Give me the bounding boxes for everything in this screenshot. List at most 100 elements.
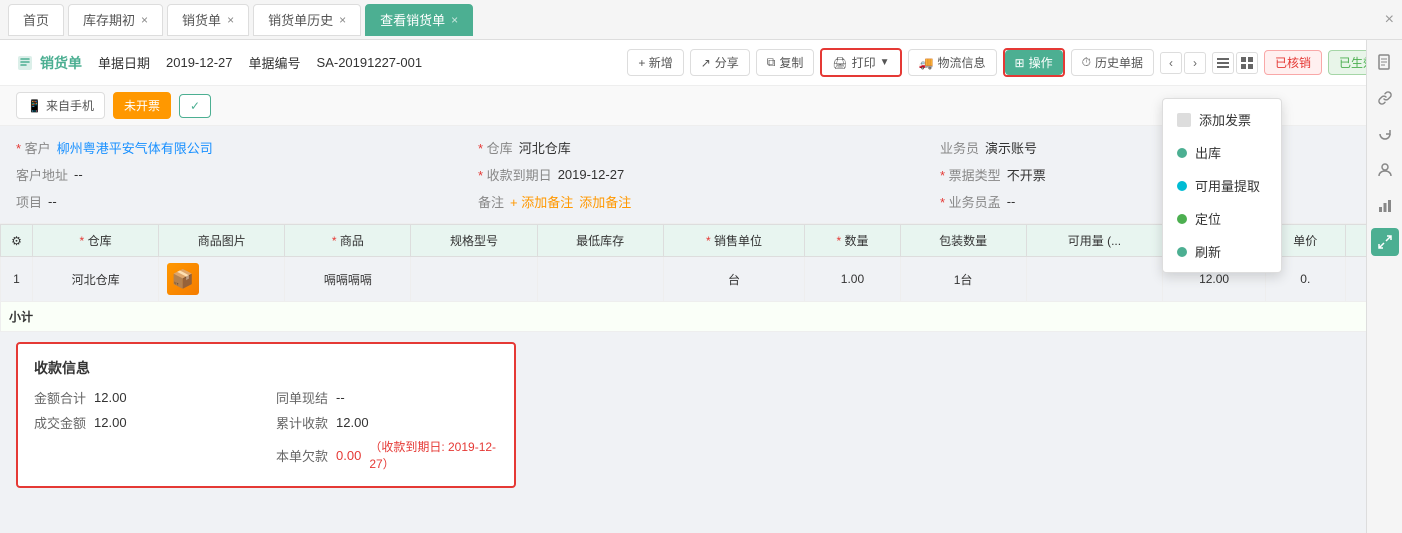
copy-icon: ⧉ bbox=[767, 55, 776, 70]
right-sidebar bbox=[1366, 40, 1402, 533]
total-amount-row: 金额合计 12.00 bbox=[34, 388, 256, 407]
available-qty-dot bbox=[1177, 181, 1187, 191]
menu-available-qty[interactable]: 可用量提取 bbox=[1163, 169, 1281, 202]
tab-inventory-close[interactable]: × bbox=[141, 13, 148, 27]
total-amount-value: 12.00 bbox=[94, 390, 127, 405]
tab-home[interactable]: 首页 bbox=[8, 4, 64, 36]
page-wrapper: 首页 库存期初 × 销货单 × 销货单历史 × 查看销货单 × × 销货单 bbox=[0, 0, 1402, 533]
project-label: 项目 bbox=[16, 192, 42, 211]
address-value: -- bbox=[74, 167, 83, 182]
same-order-value: -- bbox=[336, 390, 345, 405]
salesperson-label: 业务员孟 bbox=[940, 192, 1001, 211]
tab-history[interactable]: 销货单历史 × bbox=[253, 4, 361, 36]
check-button[interactable]: ✓ bbox=[179, 94, 211, 118]
from-phone-button[interactable]: 📱 来自手机 bbox=[16, 92, 105, 119]
row-available bbox=[1026, 257, 1162, 302]
doc-number-value: SA-20191227-001 bbox=[317, 55, 423, 70]
col-qty: 数量 bbox=[805, 225, 900, 257]
col-settings[interactable]: ⚙ bbox=[1, 225, 33, 257]
due-date-label: 收款到期日 bbox=[478, 165, 552, 184]
available-qty-label: 可用量提取 bbox=[1195, 176, 1260, 195]
col-product: 商品 bbox=[285, 225, 411, 257]
refresh-dot bbox=[1177, 247, 1187, 257]
customer-value[interactable]: 柳州粤港平安气体有限公司 bbox=[57, 138, 213, 157]
address-field: 客户地址 -- bbox=[16, 165, 462, 184]
deal-amount-value: 12.00 bbox=[94, 415, 127, 430]
menu-add-invoice[interactable]: 添加发票 bbox=[1163, 103, 1281, 136]
same-order-row: 同单现结 -- bbox=[276, 388, 498, 407]
deal-amount-row: 成交金额 12.00 bbox=[34, 413, 256, 432]
due-date-field: 收款到期日 2019-12-27 bbox=[478, 165, 924, 184]
salesperson-value: -- bbox=[1007, 194, 1016, 209]
tab-inventory-label: 库存期初 bbox=[83, 10, 135, 29]
menu-refresh[interactable]: 刷新 bbox=[1163, 235, 1281, 268]
tab-bar: 首页 库存期初 × 销货单 × 销货单历史 × 查看销货单 × × bbox=[0, 0, 1402, 40]
col-img: 商品图片 bbox=[159, 225, 285, 257]
close-all-button[interactable]: × bbox=[1385, 11, 1394, 29]
operation-label: 操作 bbox=[1029, 54, 1053, 71]
next-arrow[interactable]: › bbox=[1184, 52, 1206, 74]
new-label: + 新增 bbox=[638, 54, 672, 71]
tab-sales-close[interactable]: × bbox=[227, 13, 234, 27]
current-due-label: 本单欠款 bbox=[276, 446, 328, 465]
operation-icon: ⊞ bbox=[1015, 56, 1025, 70]
new-button[interactable]: + 新增 bbox=[627, 49, 683, 76]
operation-button[interactable]: ⊞ 操作 bbox=[1005, 50, 1063, 75]
sidebar-icon-expand[interactable] bbox=[1371, 228, 1399, 256]
sold-label: 已核销 bbox=[1275, 56, 1311, 70]
sidebar-icon-refresh[interactable] bbox=[1371, 120, 1399, 148]
payment-title: 收款信息 bbox=[34, 358, 498, 378]
sidebar-icon-doc[interactable] bbox=[1371, 48, 1399, 76]
tab-inventory[interactable]: 库存期初 × bbox=[68, 4, 163, 36]
not-open-button[interactable]: 未开票 bbox=[113, 92, 171, 119]
project-field: 项目 -- bbox=[16, 192, 462, 211]
sidebar-icon-link[interactable] bbox=[1371, 84, 1399, 112]
refresh-label: 刷新 bbox=[1195, 242, 1221, 261]
logistics-icon: 🚚 bbox=[919, 56, 934, 70]
sidebar-icon-user[interactable] bbox=[1371, 156, 1399, 184]
print-button[interactable]: 🖨 打印 ▼ bbox=[820, 48, 901, 77]
tab-view-sales-close[interactable]: × bbox=[451, 13, 458, 27]
customer-label: 客户 bbox=[16, 138, 51, 157]
history-label: 历史单据 bbox=[1095, 54, 1143, 71]
share-button[interactable]: ↗ 分享 bbox=[690, 49, 750, 76]
add-invoice-label: 添加发票 bbox=[1199, 110, 1251, 129]
note-action[interactable]: + 添加备注 bbox=[510, 192, 573, 211]
cumulative-row: 累计收款 12.00 bbox=[276, 413, 498, 432]
grid-view-icon[interactable] bbox=[1236, 52, 1258, 74]
tab-history-label: 销货单历史 bbox=[268, 10, 333, 29]
tab-home-label: 首页 bbox=[23, 10, 49, 29]
ticket-type-value: 不开票 bbox=[1007, 165, 1046, 184]
cumulative-label: 累计收款 bbox=[276, 413, 328, 432]
doc-number-label: 单据编号 bbox=[249, 53, 301, 72]
menu-out-warehouse[interactable]: 出库 bbox=[1163, 136, 1281, 169]
tab-sales-label: 销货单 bbox=[182, 10, 221, 29]
current-due-value: 0.00 bbox=[336, 448, 361, 463]
tab-view-sales[interactable]: 查看销货单 × bbox=[365, 4, 473, 36]
view-icons bbox=[1212, 52, 1258, 74]
prev-arrow[interactable]: ‹ bbox=[1160, 52, 1182, 74]
sidebar-icon-chart[interactable] bbox=[1371, 192, 1399, 220]
row-img: 📦 bbox=[159, 257, 285, 302]
print-dropdown-icon: ▼ bbox=[880, 57, 890, 68]
dropdown-menu: 添加发票 出库 可用量提取 定位 刷新 bbox=[1162, 98, 1282, 273]
doc-meta: 单据日期 2019-12-27 单据编号 SA-20191227-001 bbox=[98, 53, 422, 72]
warehouse-label: 仓库 bbox=[478, 138, 513, 157]
tab-history-close[interactable]: × bbox=[339, 13, 346, 27]
doc-date-label: 单据日期 bbox=[98, 53, 150, 72]
logistics-button[interactable]: 🚚 物流信息 bbox=[908, 49, 997, 76]
subtotal-row: 小计 bbox=[1, 302, 1402, 332]
customer-field: 客户 柳州粤港平安气体有限公司 bbox=[16, 138, 462, 157]
tab-sales[interactable]: 销货单 × bbox=[167, 4, 249, 36]
operation-highlight-box: ⊞ 操作 bbox=[1003, 48, 1065, 77]
print-label: 打印 bbox=[852, 54, 876, 71]
copy-button[interactable]: ⧉ 复制 bbox=[756, 49, 815, 76]
note-action-text[interactable]: 添加备注 bbox=[579, 192, 631, 211]
history-button[interactable]: ⏱ 历史单据 bbox=[1071, 49, 1154, 76]
total-amount-label: 金额合计 bbox=[34, 388, 86, 407]
nav-arrows: ‹ › bbox=[1160, 52, 1206, 74]
cumulative-value: 12.00 bbox=[336, 415, 369, 430]
row-pack-qty: 1台 bbox=[900, 257, 1026, 302]
menu-locate[interactable]: 定位 bbox=[1163, 202, 1281, 235]
list-view-icon[interactable] bbox=[1212, 52, 1234, 74]
